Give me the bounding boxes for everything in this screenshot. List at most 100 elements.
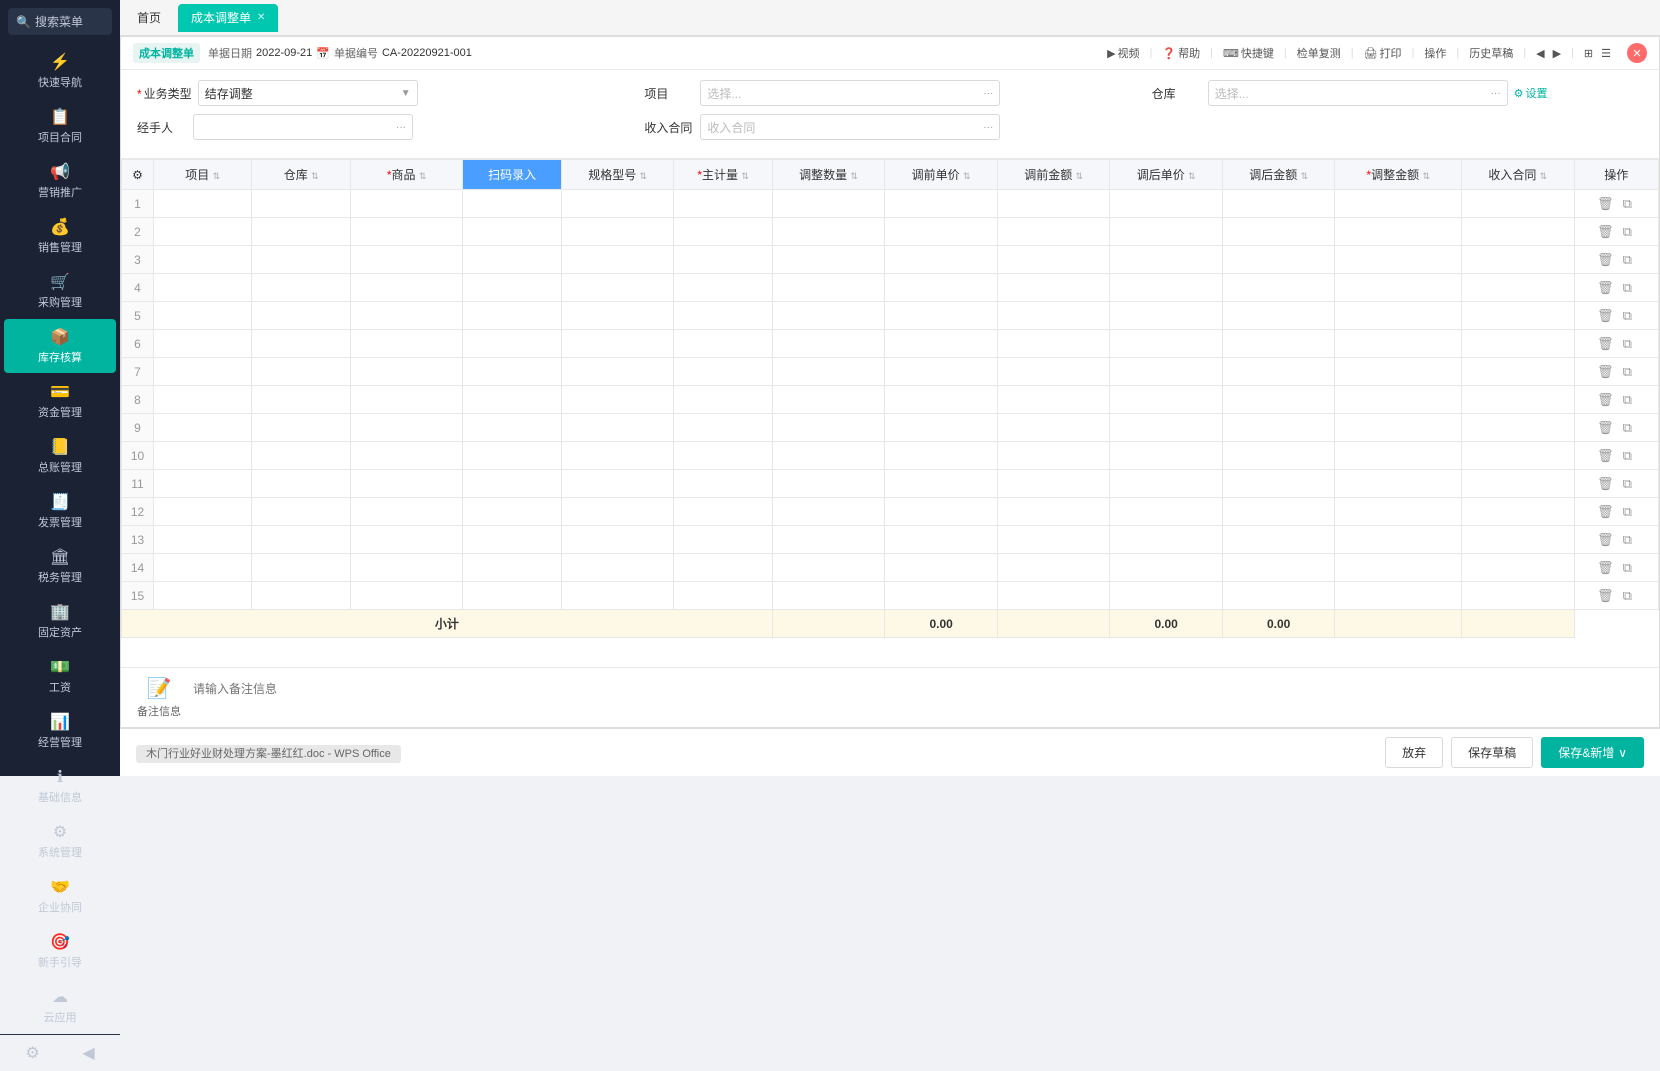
cell-warehouse-row15[interactable] — [252, 582, 350, 610]
cell-after_amount-row1[interactable] — [1222, 190, 1335, 218]
cell-after_price-row13[interactable] — [1110, 526, 1223, 554]
copy-icon-row4[interactable]: ⧉ — [1618, 279, 1636, 297]
cell-after_amount-row13[interactable] — [1222, 526, 1335, 554]
operate-btn[interactable]: 操作 — [1424, 45, 1446, 61]
sort-icon-after_price[interactable]: ⇅ — [1188, 171, 1196, 181]
sort-icon-after_amount[interactable]: ⇅ — [1301, 171, 1309, 181]
cell-before_amount-row13[interactable] — [997, 526, 1110, 554]
nav-prev[interactable]: ◀ — [1536, 47, 1544, 60]
cell-before_amount-row1[interactable] — [997, 190, 1110, 218]
cell-adj_amount-row14[interactable] — [1335, 554, 1462, 582]
cell-before_price-row5[interactable] — [885, 302, 998, 330]
cell-spec-row12[interactable] — [561, 498, 674, 526]
cell-after_price-row10[interactable] — [1110, 442, 1223, 470]
cell-after_amount-row4[interactable] — [1222, 274, 1335, 302]
cell-spec-row2[interactable] — [561, 218, 674, 246]
cell-after_amount-row5[interactable] — [1222, 302, 1335, 330]
cell-warehouse-row14[interactable] — [252, 554, 350, 582]
cell-income_contract-row4[interactable] — [1462, 274, 1575, 302]
grid-view-btn[interactable]: ⊞ — [1584, 47, 1593, 60]
cell-project-row5[interactable] — [154, 302, 252, 330]
cell-project-row2[interactable] — [154, 218, 252, 246]
cell-warehouse-row2[interactable] — [252, 218, 350, 246]
cell-before_amount-row15[interactable] — [997, 582, 1110, 610]
cell-unit-row4[interactable] — [674, 274, 772, 302]
cell-product-row7[interactable] — [350, 358, 463, 386]
print-btn[interactable]: 🖨 打印 — [1364, 45, 1402, 61]
cell-product-row10[interactable] — [350, 442, 463, 470]
save-draft-button[interactable]: 保存草稿 — [1451, 737, 1533, 768]
cell-spec-row3[interactable] — [561, 246, 674, 274]
cell-qty-row6[interactable] — [772, 330, 885, 358]
cell-income_contract-row9[interactable] — [1462, 414, 1575, 442]
agent-input[interactable]: ··· — [193, 114, 413, 140]
cell-spec-row7[interactable] — [561, 358, 674, 386]
sidebar-item-inventory[interactable]: 📦库存核算 — [4, 319, 116, 373]
delete-icon-row9[interactable]: 🗑 — [1596, 419, 1614, 437]
sidebar-item-quick-nav[interactable]: ⚡快速导航 — [4, 44, 116, 98]
biz-type-input[interactable]: 结存调整 ▼ — [198, 80, 418, 106]
cell-project-row1[interactable] — [154, 190, 252, 218]
cell-warehouse-row5[interactable] — [252, 302, 350, 330]
cell-income_contract-row6[interactable] — [1462, 330, 1575, 358]
cell-after_price-row7[interactable] — [1110, 358, 1223, 386]
delete-icon-row14[interactable]: 🗑 — [1596, 559, 1614, 577]
cell-unit-row11[interactable] — [674, 470, 772, 498]
taskbar-item[interactable]: 木门行业好业财处理方案-墨红红.doc - WPS Office — [136, 745, 401, 763]
delete-icon-row5[interactable]: 🗑 — [1596, 307, 1614, 325]
cell-before_amount-row5[interactable] — [997, 302, 1110, 330]
cell-after_price-row12[interactable] — [1110, 498, 1223, 526]
cell-qty-row15[interactable] — [772, 582, 885, 610]
cell-before_price-row15[interactable] — [885, 582, 998, 610]
cell-scan-row14[interactable] — [463, 554, 561, 582]
sort-icon-product[interactable]: ⇅ — [419, 171, 427, 181]
cell-before_price-row3[interactable] — [885, 246, 998, 274]
cell-spec-row5[interactable] — [561, 302, 674, 330]
cell-income_contract-row11[interactable] — [1462, 470, 1575, 498]
sort-icon-project[interactable]: ⇅ — [213, 171, 221, 181]
cell-project-row4[interactable] — [154, 274, 252, 302]
cell-warehouse-row4[interactable] — [252, 274, 350, 302]
sidebar-item-ledger-mgmt[interactable]: 📒总账管理 — [4, 429, 116, 483]
cell-qty-row8[interactable] — [772, 386, 885, 414]
sort-icon-before_amount[interactable]: ⇅ — [1076, 171, 1084, 181]
cell-income_contract-row7[interactable] — [1462, 358, 1575, 386]
cell-before_amount-row4[interactable] — [997, 274, 1110, 302]
cell-before_price-row13[interactable] — [885, 526, 998, 554]
sidebar-item-sales-mgmt[interactable]: 💰销售管理 — [4, 209, 116, 263]
cell-warehouse-row6[interactable] — [252, 330, 350, 358]
cell-after_amount-row3[interactable] — [1222, 246, 1335, 274]
cell-after_price-row8[interactable] — [1110, 386, 1223, 414]
remarks-input[interactable] — [189, 676, 1643, 712]
cell-scan-row11[interactable] — [463, 470, 561, 498]
cell-product-row14[interactable] — [350, 554, 463, 582]
cell-spec-row15[interactable] — [561, 582, 674, 610]
cell-adj_amount-row5[interactable] — [1335, 302, 1462, 330]
cell-scan-row12[interactable] — [463, 498, 561, 526]
cell-after_price-row6[interactable] — [1110, 330, 1223, 358]
sidebar-item-fund-mgmt[interactable]: 💳资金管理 — [4, 374, 116, 428]
copy-icon-row5[interactable]: ⧉ — [1618, 307, 1636, 325]
cell-income_contract-row14[interactable] — [1462, 554, 1575, 582]
cell-product-row6[interactable] — [350, 330, 463, 358]
window-close-btn[interactable]: ✕ — [1627, 43, 1647, 63]
cell-unit-row15[interactable] — [674, 582, 772, 610]
cell-warehouse-row10[interactable] — [252, 442, 350, 470]
cell-project-row12[interactable] — [154, 498, 252, 526]
cell-unit-row7[interactable] — [674, 358, 772, 386]
cell-scan-row1[interactable] — [463, 190, 561, 218]
cell-project-row10[interactable] — [154, 442, 252, 470]
cell-scan-row9[interactable] — [463, 414, 561, 442]
sidebar-item-cloud-apps[interactable]: ☁云应用 — [4, 979, 116, 1033]
cell-product-row13[interactable] — [350, 526, 463, 554]
sidebar-item-sales-promo[interactable]: 📢营销推广 — [4, 154, 116, 208]
cell-before_amount-row12[interactable] — [997, 498, 1110, 526]
cell-before_price-row6[interactable] — [885, 330, 998, 358]
sort-icon-spec[interactable]: ⇅ — [640, 171, 648, 181]
cell-scan-row13[interactable] — [463, 526, 561, 554]
cell-after_amount-row14[interactable] — [1222, 554, 1335, 582]
cell-warehouse-row8[interactable] — [252, 386, 350, 414]
cell-unit-row10[interactable] — [674, 442, 772, 470]
cell-adj_amount-row9[interactable] — [1335, 414, 1462, 442]
cell-income_contract-row5[interactable] — [1462, 302, 1575, 330]
